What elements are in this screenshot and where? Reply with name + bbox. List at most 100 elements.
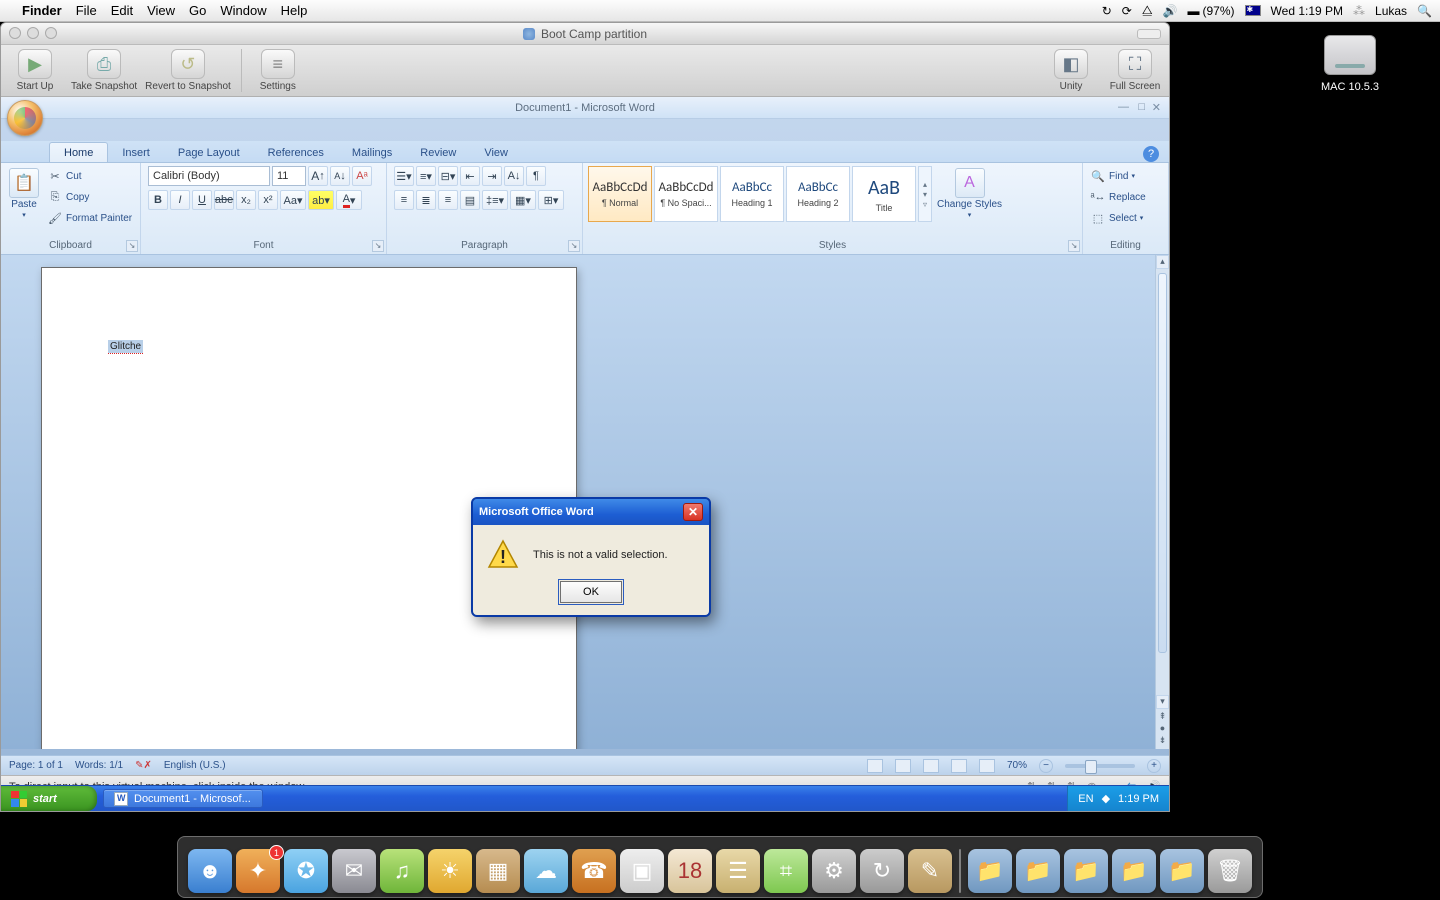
bullets-button[interactable]: ☰▾: [394, 166, 414, 186]
close-traffic-icon[interactable]: [9, 27, 21, 39]
shading-button[interactable]: ▦▾: [510, 190, 536, 210]
tab-references[interactable]: References: [254, 143, 338, 162]
multilevel-button[interactable]: ⊟▾: [438, 166, 458, 186]
dock-dashboard[interactable]: ✦1: [236, 849, 280, 893]
dock-trash[interactable]: 🗑: [1208, 849, 1252, 893]
input-flag[interactable]: [1245, 5, 1261, 16]
toolbar-toggle-button[interactable]: [1137, 29, 1161, 39]
status-language[interactable]: English (U.S.): [164, 760, 226, 771]
paragraph-dialog-launcher[interactable]: ↘: [568, 240, 580, 252]
highlight-button[interactable]: ab▾: [308, 190, 334, 210]
selected-text[interactable]: Glitche: [108, 340, 143, 353]
zoom-traffic-icon[interactable]: [45, 27, 57, 39]
decrease-indent-button[interactable]: ⇤: [460, 166, 480, 186]
tray-lang[interactable]: EN: [1078, 793, 1093, 805]
font-name-input[interactable]: [148, 166, 270, 186]
help-icon[interactable]: ?: [1143, 146, 1159, 162]
proofing-icon[interactable]: ✎✗: [135, 760, 152, 771]
wifi-icon[interactable]: ⧋: [1142, 3, 1153, 18]
align-left-button[interactable]: ≡: [394, 190, 414, 210]
dock-ical[interactable]: ▦: [476, 849, 520, 893]
weblayout-view-button[interactable]: [923, 759, 939, 773]
bluetooth-icon[interactable]: ⁂: [1353, 4, 1365, 18]
style-heading2[interactable]: AaBbCcHeading 2: [786, 166, 850, 222]
numbering-button[interactable]: ≡▾: [416, 166, 436, 186]
align-center-button[interactable]: ≣: [416, 190, 436, 210]
change-styles-button[interactable]: AChange Styles▾: [934, 166, 1005, 221]
dialog-ok-button[interactable]: OK: [560, 581, 622, 603]
menubar-go[interactable]: Go: [189, 3, 206, 18]
window-traffic-lights[interactable]: [9, 27, 57, 39]
font-dialog-launcher[interactable]: ↘: [372, 240, 384, 252]
dock-app-1[interactable]: ▣: [620, 849, 664, 893]
subscript-button[interactable]: x₂: [236, 190, 256, 210]
paste-button[interactable]: 📋Paste▾: [6, 166, 42, 221]
dialog-close-button[interactable]: ✕: [683, 503, 703, 521]
vertical-scrollbar[interactable]: ▴ ▾ ⇞ ● ⇟: [1155, 255, 1169, 749]
vm-titlebar[interactable]: Boot Camp partition: [1, 23, 1169, 45]
style-nospacing[interactable]: AaBbCcDd¶ No Spaci...: [654, 166, 718, 222]
dock-safari[interactable]: ✪: [284, 849, 328, 893]
dock-timemachine[interactable]: ↻: [860, 849, 904, 893]
clear-formatting-button[interactable]: Aᵃ: [352, 166, 372, 186]
draft-view-button[interactable]: [979, 759, 995, 773]
italic-button[interactable]: I: [170, 190, 190, 210]
underline-button[interactable]: U: [192, 190, 212, 210]
dock-app-2[interactable]: ☰: [716, 849, 760, 893]
borders-button[interactable]: ⊞▾: [538, 190, 564, 210]
replace-button[interactable]: ᵃ↔Replace: [1088, 187, 1148, 207]
find-button[interactable]: 🔍Find▾: [1088, 166, 1148, 186]
dock-app-3[interactable]: ⌗: [764, 849, 808, 893]
changecase-button[interactable]: Aa▾: [280, 190, 306, 210]
dock-iphoto[interactable]: ☀: [428, 849, 472, 893]
unity-button[interactable]: ◧Unity: [1043, 49, 1099, 92]
dock-folder-4[interactable]: 📁: [1112, 849, 1156, 893]
word-minimize-button[interactable]: —: [1118, 101, 1129, 113]
tray-shield-icon[interactable]: ◆: [1102, 792, 1110, 805]
dock-itunes[interactable]: ♫: [380, 849, 424, 893]
dock-systemprefs[interactable]: ⚙: [812, 849, 856, 893]
menubar-edit[interactable]: Edit: [111, 3, 133, 18]
style-title[interactable]: AaBTitle: [852, 166, 916, 222]
revert-button[interactable]: ↺Revert to Snapshot: [145, 49, 242, 92]
start-button[interactable]: start: [1, 786, 97, 811]
cut-button[interactable]: ✂Cut: [45, 166, 134, 186]
font-size-input[interactable]: [272, 166, 306, 186]
volume-icon[interactable]: 🔊: [1163, 4, 1178, 18]
fontcolor-button[interactable]: A▾: [336, 190, 362, 210]
menubar-view[interactable]: View: [147, 3, 175, 18]
menubar-clock[interactable]: Wed 1:19 PM: [1271, 4, 1343, 18]
printlayout-view-button[interactable]: [867, 759, 883, 773]
dock-finder[interactable]: ☻: [188, 849, 232, 893]
zoom-percent[interactable]: 70%: [1007, 760, 1027, 771]
increase-indent-button[interactable]: ⇥: [482, 166, 502, 186]
tab-home[interactable]: Home: [49, 142, 108, 162]
dock-folder-2[interactable]: 📁: [1016, 849, 1060, 893]
select-button[interactable]: ⬚Select▾: [1088, 208, 1148, 228]
bold-button[interactable]: B: [148, 190, 168, 210]
tab-view[interactable]: View: [470, 143, 522, 162]
linespacing-button[interactable]: ‡≡▾: [482, 190, 508, 210]
word-maximize-button[interactable]: □: [1138, 101, 1145, 113]
superscript-button[interactable]: x²: [258, 190, 278, 210]
next-page-icon[interactable]: ⇟: [1156, 735, 1169, 747]
style-heading1[interactable]: AaBbCcHeading 1: [720, 166, 784, 222]
spotlight-icon[interactable]: 🔍: [1417, 4, 1432, 18]
fullscreen-view-button[interactable]: [895, 759, 911, 773]
dialog-titlebar[interactable]: Microsoft Office Word ✕: [473, 499, 709, 525]
menubar-app-name[interactable]: Finder: [22, 3, 62, 18]
zoom-in-button[interactable]: +: [1147, 759, 1161, 773]
office-button[interactable]: [7, 100, 43, 136]
tab-mailings[interactable]: Mailings: [338, 143, 406, 162]
tab-review[interactable]: Review: [406, 143, 470, 162]
align-right-button[interactable]: ≡: [438, 190, 458, 210]
dock-calendar[interactable]: 18: [668, 849, 712, 893]
scroll-thumb[interactable]: [1158, 273, 1167, 653]
style-normal[interactable]: AaBbCcDd¶ Normal: [588, 166, 652, 222]
sort-button[interactable]: A↓: [504, 166, 524, 186]
strikethrough-button[interactable]: abe: [214, 190, 234, 210]
formatpainter-button[interactable]: 🖌Format Painter: [45, 208, 134, 228]
dock-ichat[interactable]: ☁: [524, 849, 568, 893]
justify-button[interactable]: ▤: [460, 190, 480, 210]
menubar-help[interactable]: Help: [281, 3, 308, 18]
